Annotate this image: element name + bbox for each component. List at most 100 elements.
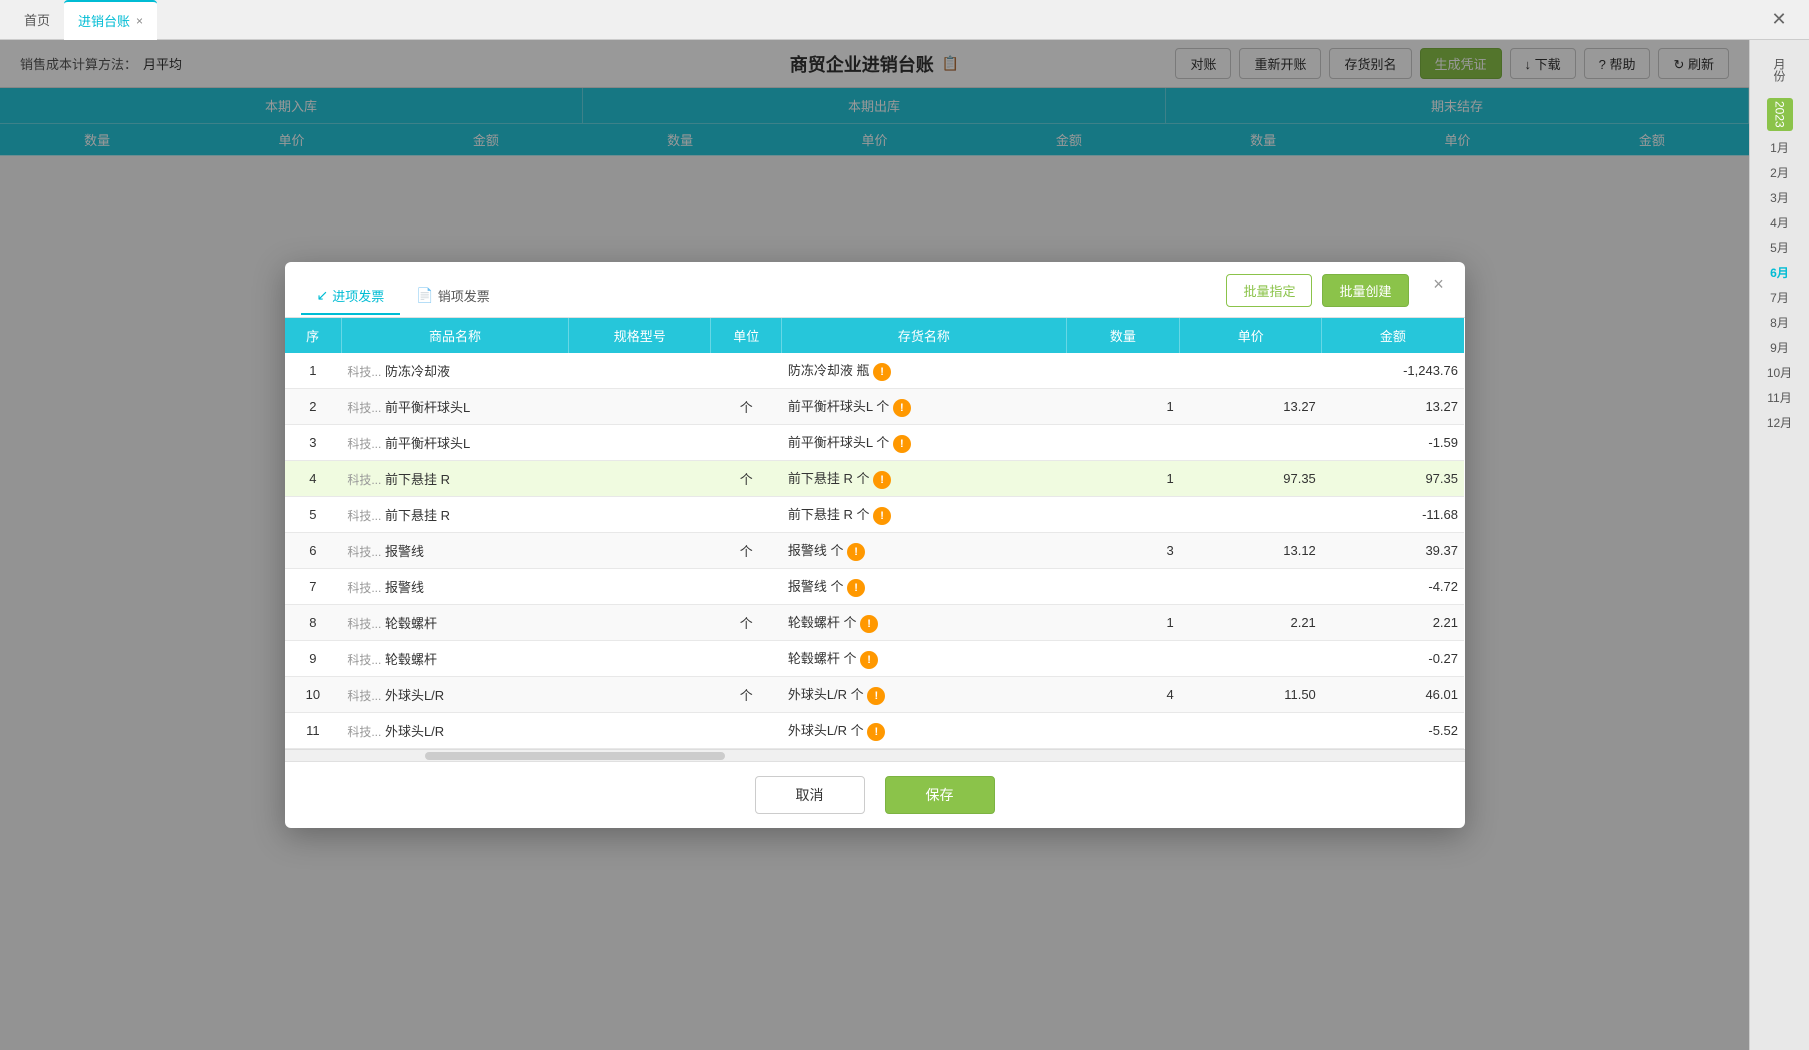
cell-spec xyxy=(569,677,711,713)
cell-amount: -1,243.76 xyxy=(1322,353,1464,389)
cell-amount: -1.59 xyxy=(1322,425,1464,461)
modal-scrollbar[interactable] xyxy=(285,749,1465,761)
modal-table-wrap[interactable]: 序 商品名称 规格型号 单位 存货名称 数量 单价 金额 xyxy=(285,318,1465,749)
sidebar-month-item[interactable]: 9月 xyxy=(1763,335,1796,360)
cell-spec xyxy=(569,605,711,641)
tab-outgoing-invoice[interactable]: 📄 销项发票 xyxy=(400,278,505,315)
cell-unit xyxy=(711,353,782,389)
sidebar-month-item[interactable]: 12月 xyxy=(1763,410,1796,435)
table-row: 7 科技... 报警线 报警线 个 ! -4.72 xyxy=(285,569,1465,605)
cell-seq: 1 xyxy=(285,353,342,389)
sidebar-month-item[interactable]: 10月 xyxy=(1763,360,1796,385)
outgoing-tab-icon: 📄 xyxy=(416,287,433,304)
modal-scrollbar-thumb xyxy=(425,752,725,760)
cell-seq: 5 xyxy=(285,497,342,533)
cell-qty: 3 xyxy=(1066,533,1180,569)
cell-price: 2.21 xyxy=(1180,605,1322,641)
batch-create-button[interactable]: 批量创建 xyxy=(1322,274,1408,307)
warning-icon: ! xyxy=(860,615,878,633)
content-area: 销售成本计算方法： 月平均 商贸企业进销台账 📋 对账 重新开账 存货别名 生成… xyxy=(0,40,1749,1050)
cell-inventory: 前平衡杆球头L 个 ! xyxy=(782,389,1066,425)
cell-spec xyxy=(569,461,711,497)
sidebar-month-item[interactable]: 2月 xyxy=(1763,160,1796,185)
cell-amount: 39.37 xyxy=(1322,533,1464,569)
sidebar-month-item[interactable]: 4月 xyxy=(1763,210,1796,235)
modal-overlay: ↙ 进项发票 📄 销项发票 批量指定 批量创建 × xyxy=(0,40,1749,1050)
tab-home[interactable]: 首页 xyxy=(10,0,64,40)
warning-icon: ! xyxy=(873,363,891,381)
th-qty: 数量 xyxy=(1066,318,1180,353)
cell-inventory: 前下悬挂 R 个 ! xyxy=(782,497,1066,533)
sidebar-month-toggle[interactable]: 月份 xyxy=(1767,50,1792,90)
table-row: 8 科技... 轮毂螺杆 个 轮毂螺杆 个 ! 1 2.21 2.21 xyxy=(285,605,1465,641)
modal-footer: 取消 保存 xyxy=(285,761,1465,828)
cell-product: 科技... 前下悬挂 R xyxy=(341,461,568,497)
cell-product: 科技... 外球头L/R xyxy=(341,677,568,713)
tab-ledger[interactable]: 进销台账 × xyxy=(64,0,157,40)
sidebar-month-item[interactable]: 1月 xyxy=(1763,135,1796,160)
cell-unit xyxy=(711,497,782,533)
cell-spec xyxy=(569,425,711,461)
sidebar-month-item[interactable]: 3月 xyxy=(1763,185,1796,210)
cell-spec xyxy=(569,353,711,389)
main-area: 销售成本计算方法： 月平均 商贸企业进销台账 📋 对账 重新开账 存货别名 生成… xyxy=(0,40,1809,1050)
table-row: 6 科技... 报警线 个 报警线 个 ! 3 13.12 39.37 xyxy=(285,533,1465,569)
cell-price xyxy=(1180,641,1322,677)
cell-spec xyxy=(569,497,711,533)
cell-seq: 3 xyxy=(285,425,342,461)
th-amount: 金额 xyxy=(1322,318,1464,353)
save-button[interactable]: 保存 xyxy=(885,776,995,814)
batch-assign-button[interactable]: 批量指定 xyxy=(1226,274,1312,307)
table-row: 4 科技... 前下悬挂 R 个 前下悬挂 R 个 ! 1 97.35 97.3… xyxy=(285,461,1465,497)
modal-dialog: ↙ 进项发票 📄 销项发票 批量指定 批量创建 × xyxy=(285,262,1465,828)
top-bar-right: ✕ xyxy=(1759,0,1799,40)
modal-close-button[interactable]: × xyxy=(1425,270,1453,298)
cell-spec xyxy=(569,533,711,569)
sidebar-month-item[interactable]: 6月 xyxy=(1763,260,1796,285)
cell-inventory: 外球头L/R 个 ! xyxy=(782,677,1066,713)
cell-unit: 个 xyxy=(711,677,782,713)
cell-amount: 46.01 xyxy=(1322,677,1464,713)
cell-inventory: 报警线 个 ! xyxy=(782,533,1066,569)
table-row: 2 科技... 前平衡杆球头L 个 前平衡杆球头L 个 ! 1 13.27 13… xyxy=(285,389,1465,425)
cell-inventory: 前平衡杆球头L 个 ! xyxy=(782,425,1066,461)
cell-amount: -5.52 xyxy=(1322,713,1464,749)
tab-incoming-invoice[interactable]: ↙ 进项发票 xyxy=(301,278,401,315)
modal-toolbar: 批量指定 批量创建 xyxy=(1226,274,1448,317)
incoming-tab-icon: ↙ xyxy=(317,287,329,304)
sidebar-month-item[interactable]: 8月 xyxy=(1763,310,1796,335)
cell-seq: 10 xyxy=(285,677,342,713)
cell-qty: 4 xyxy=(1066,677,1180,713)
cell-qty xyxy=(1066,713,1180,749)
cell-qty: 1 xyxy=(1066,605,1180,641)
cell-seq: 11 xyxy=(285,713,342,749)
cell-amount: -0.27 xyxy=(1322,641,1464,677)
sidebar-month-item[interactable]: 11月 xyxy=(1763,385,1796,410)
cell-seq: 7 xyxy=(285,569,342,605)
sidebar-month-item[interactable]: 7月 xyxy=(1763,285,1796,310)
cell-spec xyxy=(569,713,711,749)
cell-product: 科技... 报警线 xyxy=(341,533,568,569)
cell-qty xyxy=(1066,353,1180,389)
tab-ledger-close[interactable]: × xyxy=(136,14,143,28)
cell-price: 13.12 xyxy=(1180,533,1322,569)
table-row: 1 科技... 防冻冷却液 防冻冷却液 瓶 ! -1,243.76 xyxy=(285,353,1465,389)
cell-price xyxy=(1180,713,1322,749)
cell-product: 科技... 防冻冷却液 xyxy=(341,353,568,389)
cell-unit xyxy=(711,641,782,677)
window-close-button[interactable]: ✕ xyxy=(1759,0,1799,40)
warning-icon: ! xyxy=(893,399,911,417)
cell-qty xyxy=(1066,497,1180,533)
warning-icon: ! xyxy=(860,651,878,669)
cell-product: 科技... 轮毂螺杆 xyxy=(341,605,568,641)
warning-icon: ! xyxy=(893,435,911,453)
sidebar-month-item[interactable]: 5月 xyxy=(1763,235,1796,260)
th-seq: 序 xyxy=(285,318,342,353)
cell-qty: 1 xyxy=(1066,389,1180,425)
cancel-button[interactable]: 取消 xyxy=(755,776,865,814)
cell-unit: 个 xyxy=(711,533,782,569)
table-row: 10 科技... 外球头L/R 个 外球头L/R 个 ! 4 11.50 46.… xyxy=(285,677,1465,713)
warning-icon: ! xyxy=(867,687,885,705)
cell-qty: 1 xyxy=(1066,461,1180,497)
cell-unit xyxy=(711,425,782,461)
